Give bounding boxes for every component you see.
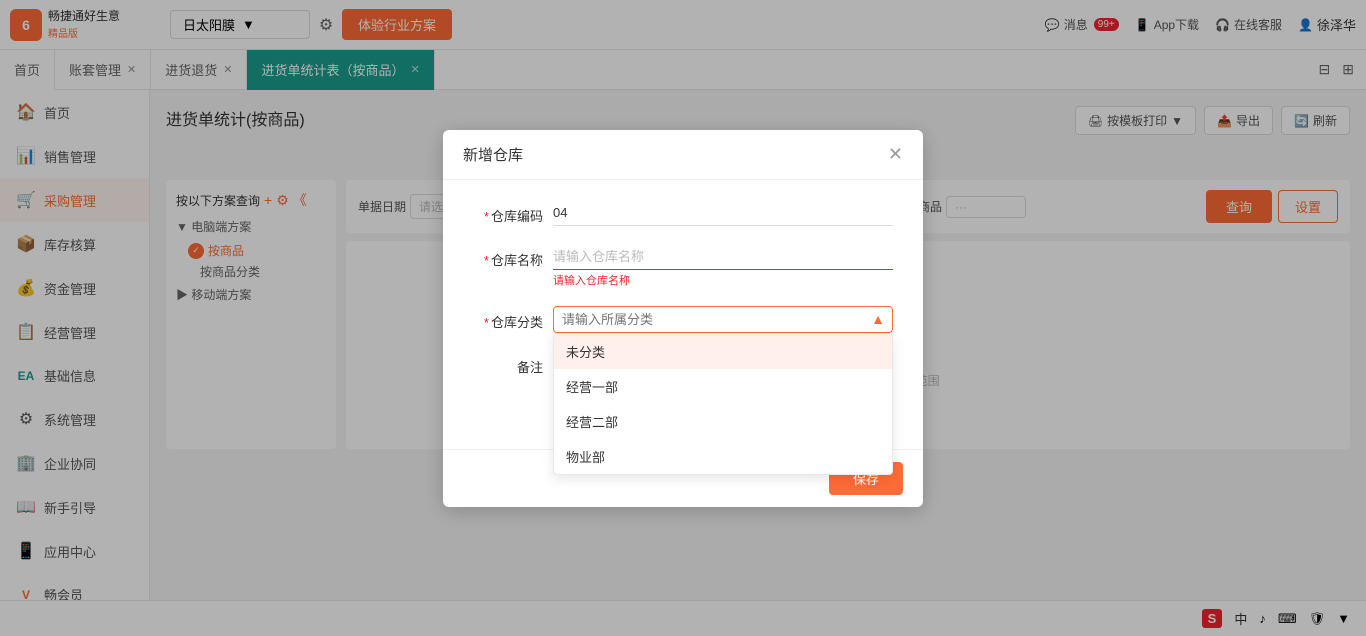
dropdown-item-dept2[interactable]: 经营二部 <box>554 404 892 439</box>
code-input[interactable] <box>553 200 893 226</box>
category-label: *仓库分类 <box>473 306 553 331</box>
remark-label: 备注 <box>473 351 553 376</box>
dialog-body: *仓库编码 *仓库名称 请输入仓库名称 *仓库分类 <box>443 180 923 449</box>
chevron-up-icon[interactable]: ▲ <box>871 311 885 327</box>
modal-overlay: 新增仓库 ✕ *仓库编码 *仓库名称 请输入仓库名称 <box>0 0 1366 636</box>
form-row-category: *仓库分类 ▲ 未分类 经营一部 经营二部 物业部 <box>473 306 893 333</box>
category-dropdown: 未分类 经营一部 经营二部 物业部 <box>553 333 893 475</box>
dropdown-item-dept3[interactable]: 物业部 <box>554 439 892 474</box>
dialog-header: 新增仓库 ✕ <box>443 130 923 180</box>
name-label: *仓库名称 <box>473 244 553 269</box>
add-warehouse-dialog: 新增仓库 ✕ *仓库编码 *仓库名称 请输入仓库名称 <box>443 130 923 507</box>
category-input[interactable] <box>553 306 893 333</box>
name-error-msg: 请输入仓库名称 <box>553 275 630 287</box>
dialog-title: 新增仓库 <box>463 144 523 165</box>
form-row-name: *仓库名称 请输入仓库名称 <box>473 244 893 288</box>
dialog-close-button[interactable]: ✕ <box>888 144 903 165</box>
category-select-wrap: ▲ 未分类 经营一部 经营二部 物业部 <box>553 306 893 333</box>
dropdown-item-dept1[interactable]: 经营一部 <box>554 369 892 404</box>
dropdown-item-uncategorized[interactable]: 未分类 <box>554 334 892 369</box>
code-label: *仓库编码 <box>473 200 553 225</box>
name-input[interactable] <box>553 244 893 270</box>
form-row-code: *仓库编码 <box>473 200 893 226</box>
